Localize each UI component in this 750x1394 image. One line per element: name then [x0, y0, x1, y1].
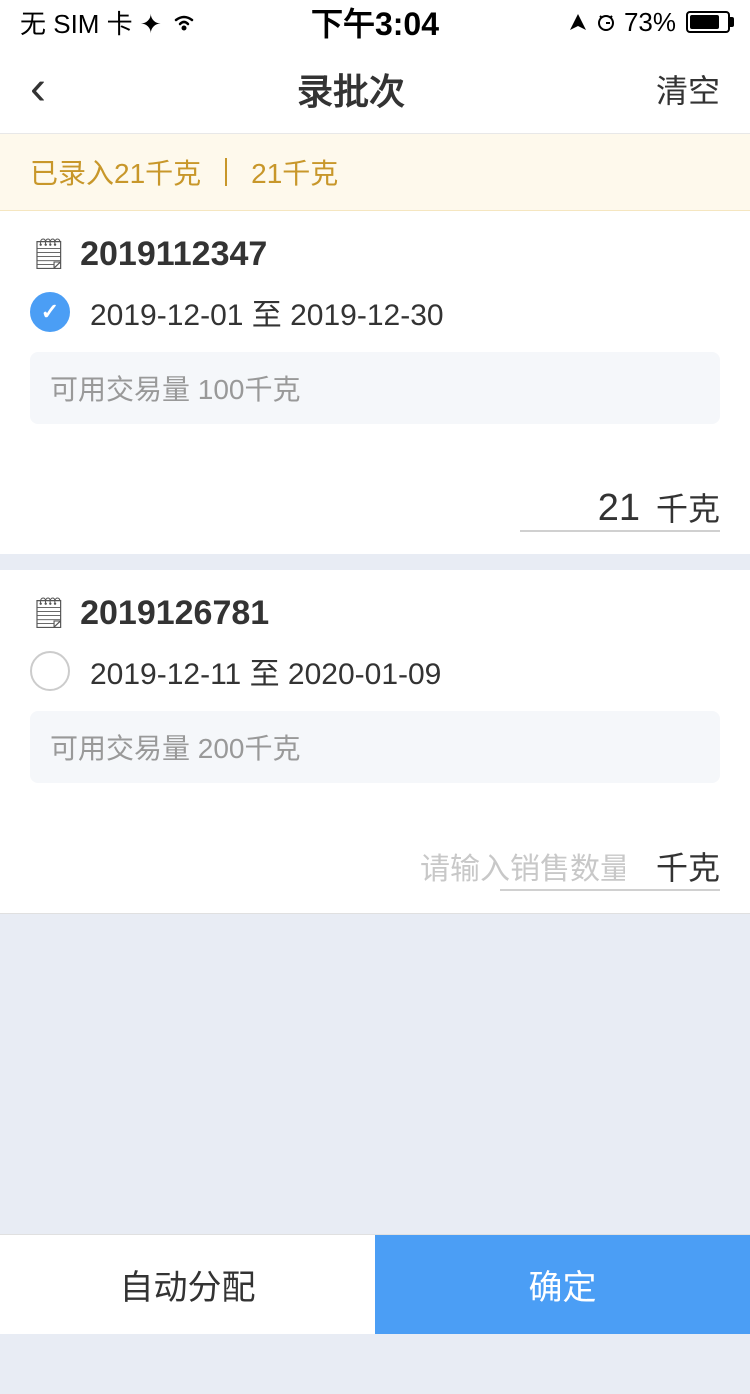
batch1-check-icon: ✓ — [41, 299, 59, 325]
batch1-quantity-wrapper: 21 千克 — [520, 484, 720, 534]
auto-distribute-button[interactable]: 自动分配 — [0, 1235, 375, 1334]
batch1-quantity-unit: 千克 — [656, 484, 720, 530]
batch2-id: 2019126781 — [80, 594, 269, 633]
batch1-quantity-value: 21 — [598, 487, 640, 530]
batch2-quantity-input[interactable] — [420, 853, 640, 887]
info-label1: 已录入21千克 — [30, 152, 201, 192]
batch2-doc-icon: 🗒 — [30, 596, 68, 631]
status-bar: 无 SIM 卡 ✦ 下午3:04 73% — [0, 0, 750, 44]
confirm-button[interactable]: 确定 — [375, 1235, 750, 1334]
wifi-icon — [170, 12, 198, 32]
batch1-date: 2019-12-01 至 2019-12-30 — [90, 290, 444, 334]
batch1-doc-icon: 🗒 — [30, 237, 68, 272]
nav-bar: ‹ 录批次 清空 — [0, 44, 750, 134]
batch1-quantity-line — [520, 530, 720, 532]
info-banner: 已录入21千克 21千克 — [0, 134, 750, 211]
batch2-input-row: 千克 — [0, 827, 750, 914]
clear-button[interactable]: 清空 — [656, 66, 720, 112]
status-right: 73% — [568, 7, 730, 38]
bottom-bar: 自动分配 确定 — [0, 1234, 750, 1334]
page-title: 录批次 — [297, 63, 405, 115]
batch1-container: 🗒 2019112347 ✓ 2019-12-01 至 2019-12-30 可… — [0, 211, 750, 554]
battery-percent: 73% — [624, 7, 676, 38]
section-divider — [0, 554, 750, 570]
batch1-radio[interactable]: ✓ — [30, 292, 70, 332]
batch2-date-row: 2019-12-11 至 2020-01-09 — [30, 649, 720, 693]
batch2-input-wrapper: 千克 — [420, 843, 720, 893]
batch2-header: 🗒 2019126781 — [30, 594, 720, 633]
batch2-input-inner: 千克 — [420, 843, 720, 889]
batch2-radio[interactable] — [30, 651, 70, 691]
batch2-input-line — [500, 889, 720, 891]
batch2-item: 🗒 2019126781 2019-12-11 至 2020-01-09 可用交… — [0, 570, 750, 827]
batch2-avail: 可用交易量 200千克 — [30, 711, 720, 783]
status-left: 无 SIM 卡 ✦ — [20, 4, 198, 41]
batch2-container: 🗒 2019126781 2019-12-11 至 2020-01-09 可用交… — [0, 570, 750, 914]
status-time: 下午3:04 — [311, 0, 439, 45]
batch1-avail: 可用交易量 100千克 — [30, 352, 720, 424]
batch2-date: 2019-12-11 至 2020-01-09 — [90, 649, 441, 693]
sim-label: 无 SIM 卡 ✦ — [20, 4, 162, 41]
back-button[interactable]: ‹ — [30, 61, 46, 116]
alarm-icon — [596, 12, 616, 32]
batch1-quantity-inner: 21 千克 — [598, 484, 720, 530]
location-icon — [568, 12, 588, 32]
batch1-id: 2019112347 — [80, 235, 267, 274]
batch1-header: 🗒 2019112347 — [30, 235, 720, 274]
batch2-unit: 千克 — [656, 843, 720, 889]
info-label2: 21千克 — [251, 152, 338, 192]
info-divider — [225, 158, 227, 186]
battery-icon — [686, 11, 730, 33]
batch1-item: 🗒 2019112347 ✓ 2019-12-01 至 2019-12-30 可… — [0, 211, 750, 468]
batch1-quantity-row: 21 千克 — [0, 468, 750, 554]
batch1-date-row: ✓ 2019-12-01 至 2019-12-30 — [30, 290, 720, 334]
